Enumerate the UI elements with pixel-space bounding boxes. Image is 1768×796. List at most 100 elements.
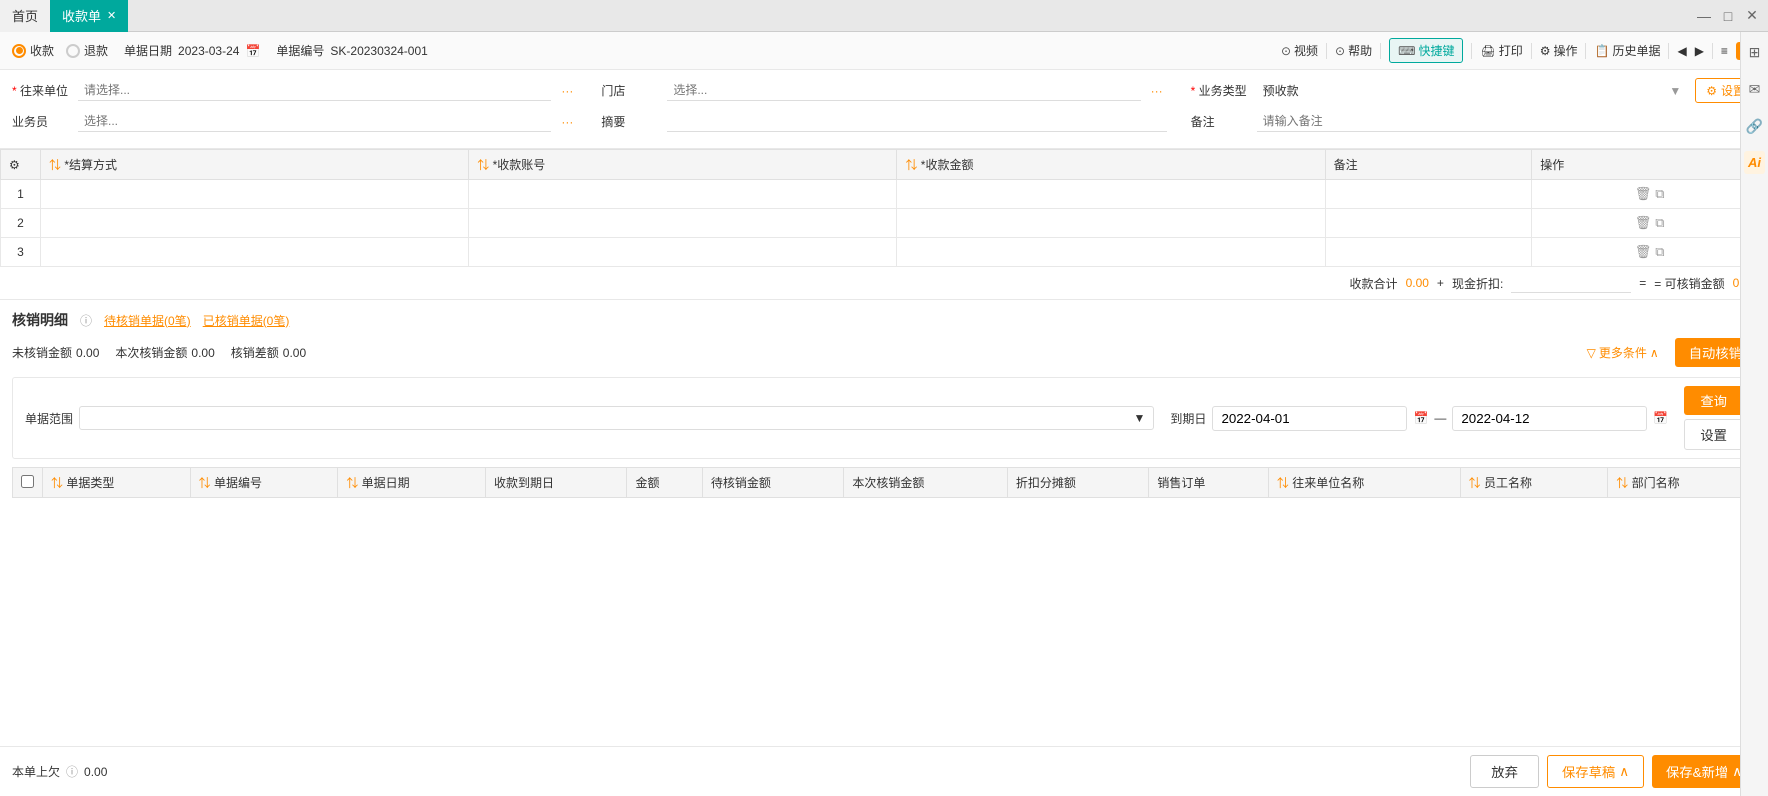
col-bill-date: ⇅ 单据日期 (338, 468, 486, 498)
biz-type-dropdown-icon[interactable]: ▼ (1669, 84, 1681, 98)
table-row: 3 🗑 ⧉ (1, 238, 1768, 267)
copy-row-2-button[interactable]: ⧉ (1655, 215, 1664, 231)
calendar-icon[interactable]: 📅 (245, 44, 260, 58)
verify-stats: 未核销金额 0.00 本次核销金额 0.00 核销差额 0.00 ▽ 更多条件 … (12, 338, 1756, 367)
date-range-separator: — (1434, 411, 1446, 425)
print-button[interactable]: 🖨 打印 (1480, 42, 1522, 59)
col-sales-order: 销售订单 (1149, 468, 1268, 498)
cell-amount-3[interactable] (897, 238, 1325, 267)
date-calendar-to-icon[interactable]: 📅 (1653, 411, 1668, 425)
delete-row-3-button[interactable]: 🗑 (1635, 244, 1652, 260)
col-amount: 金额 (627, 468, 702, 498)
abstract-field: 摘要 (601, 111, 1166, 132)
col-bill-type: ⇅ 单据类型 (43, 468, 191, 498)
due-date-from-input[interactable] (1212, 406, 1407, 431)
sidebar-mail-icon[interactable]: ✉ (1745, 77, 1765, 102)
party-input[interactable] (78, 80, 551, 101)
cell-settlement-2[interactable] (41, 209, 469, 238)
col-checkbox[interactable] (13, 468, 43, 498)
shop-input[interactable] (667, 80, 1140, 101)
video-icon: ⊙ (1281, 44, 1291, 58)
divider6 (1668, 43, 1669, 59)
range-label: 单据范围 (25, 410, 73, 427)
gear-icon: ⚙ (1706, 84, 1717, 98)
filter-settings-button[interactable]: 设置 (1684, 419, 1743, 450)
shortcut-button[interactable]: ⌨ 快捷键 (1389, 38, 1463, 63)
radio-tuikuan[interactable]: 退款 (66, 42, 108, 59)
note-input[interactable] (1257, 111, 1756, 132)
cell-settlement-1[interactable] (41, 180, 469, 209)
party-more-icon[interactable]: ··· (557, 84, 577, 98)
abstract-input[interactable] (667, 111, 1166, 132)
cell-account-3[interactable] (469, 238, 897, 267)
staff-input[interactable] (78, 111, 551, 132)
cell-note-3[interactable] (1325, 238, 1532, 267)
cell-amount-2[interactable] (897, 209, 1325, 238)
list-view-button[interactable]: ≡ (1721, 44, 1728, 58)
bill-no-field: 单据编号 SK-20230324-001 (276, 42, 427, 59)
result-label: = 可核销金额 (1654, 275, 1724, 292)
cell-note-1[interactable] (1325, 180, 1532, 209)
help-button[interactable]: ⊙ 帮助 (1335, 42, 1372, 59)
video-button[interactable]: ⊙ 视频 (1281, 42, 1318, 59)
range-field: 单据范围 ▼ (25, 406, 1154, 430)
col-pending-amount: 待核销金额 (702, 468, 844, 498)
query-button[interactable]: 查询 (1684, 386, 1743, 415)
minimize-button[interactable]: — (1696, 8, 1712, 24)
due-date-to-input[interactable] (1452, 406, 1647, 431)
save-draft-button[interactable]: 保存草稿 ∧ (1547, 755, 1644, 788)
discount-input[interactable] (1511, 273, 1631, 293)
maximize-button[interactable]: □ (1720, 8, 1736, 24)
next-button[interactable]: ▶ (1695, 44, 1704, 58)
staff-more-icon[interactable]: ··· (557, 115, 577, 129)
table-settings-header[interactable]: ⚙ (1, 150, 41, 180)
party-label: 往来单位 (12, 82, 72, 99)
total-value: 0.00 (1406, 276, 1429, 290)
cell-action-2: 🗑 ⧉ (1532, 209, 1768, 238)
date-calendar-from-icon[interactable]: 📅 (1413, 411, 1428, 425)
history-button[interactable]: 📋 历史单据 (1594, 42, 1660, 59)
operate-label: 操作 (1553, 42, 1577, 59)
col-note: 备注 (1325, 150, 1532, 180)
cell-amount-1[interactable] (897, 180, 1325, 209)
shop-more-icon[interactable]: ··· (1147, 84, 1167, 98)
copy-row-1-button[interactable]: ⧉ (1655, 186, 1664, 202)
sidebar-ai-icon[interactable]: Ai (1744, 151, 1765, 174)
range-select[interactable]: ▼ (79, 406, 1154, 430)
delete-row-2-button[interactable]: 🗑 (1635, 215, 1652, 231)
divider7 (1712, 43, 1713, 59)
prev-button[interactable]: ◀ (1677, 44, 1686, 58)
tab-home[interactable]: 首页 (0, 0, 50, 32)
sidebar-link-icon[interactable]: 🔗 (1742, 114, 1767, 139)
diff-stat: 核销差额 0.00 (231, 344, 306, 361)
table-section: ⚙ ⇅ *结算方式 ⇅ *收款账号 ⇅ *收款金额 备注 操作 1 (0, 149, 1768, 300)
tab-close-icon[interactable]: ✕ (107, 9, 116, 22)
more-conditions-button[interactable]: ▽ 更多条件 ∧ (1587, 344, 1659, 361)
pending-tab-link[interactable]: 待核销单据(0笔) (104, 312, 191, 329)
date-label: 单据日期 (124, 42, 172, 59)
tab-receipt[interactable]: 收款单 ✕ (50, 0, 128, 32)
current-label: 本次核销金额 (115, 344, 187, 361)
filter-row: 单据范围 ▼ 到期日 📅 — 📅 查询 设置 (12, 377, 1756, 459)
verify-help-icon[interactable]: ⓘ (80, 312, 92, 329)
operate-button[interactable]: ⚙ 操作 (1540, 42, 1578, 59)
radio-shoukuan[interactable]: 收款 (12, 42, 54, 59)
verify-title: 核销明细 (12, 310, 68, 330)
copy-row-3-button[interactable]: ⧉ (1655, 244, 1664, 260)
cell-account-2[interactable] (469, 209, 897, 238)
cell-account-1[interactable] (469, 180, 897, 209)
cell-settlement-3[interactable] (41, 238, 469, 267)
shop-label: 门店 (601, 82, 661, 99)
cell-note-2[interactable] (1325, 209, 1532, 238)
main-content: 收款 退款 单据日期 2023-03-24 📅 单据编号 SK-20230324… (0, 32, 1768, 796)
row-num-1: 1 (1, 180, 41, 209)
done-tab-link[interactable]: 已核销单据(0笔) (203, 312, 290, 329)
radio-shoukuan-dot (12, 44, 26, 58)
select-all-checkbox[interactable] (21, 475, 34, 488)
plus-sign: + (1437, 276, 1444, 290)
sidebar-table-icon[interactable]: ⊞ (1745, 40, 1765, 65)
close-button[interactable]: ✕ (1744, 8, 1760, 24)
abandon-button[interactable]: 放弃 (1470, 755, 1539, 788)
delete-row-1-button[interactable]: 🗑 (1635, 186, 1652, 202)
unverified-stat: 未核销金额 0.00 (12, 344, 99, 361)
